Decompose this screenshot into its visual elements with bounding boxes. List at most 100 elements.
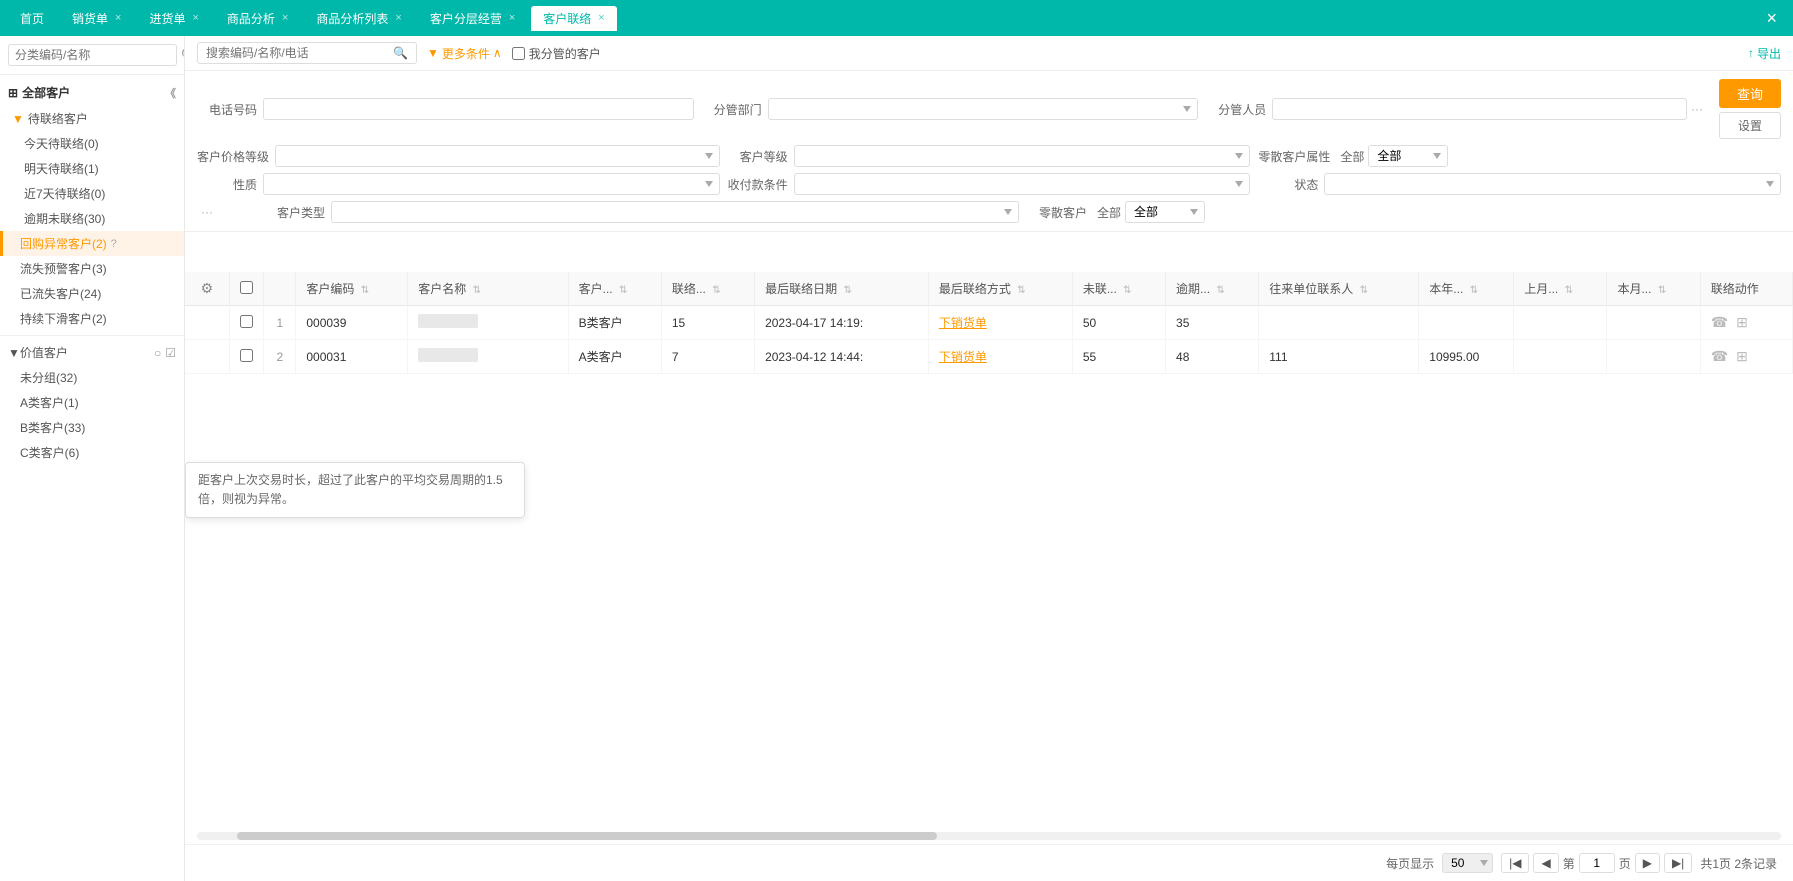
horizontal-scrollbar[interactable] [197, 832, 1781, 840]
filter-row4-dots[interactable]: ··· [201, 205, 213, 219]
sidebar-item-churned[interactable]: 已流失客户(24) [0, 281, 184, 306]
col-header-overdue[interactable]: 逾期... ⇅ [1166, 272, 1259, 306]
td-last-method-link-1[interactable]: 下销货单 [939, 316, 987, 330]
sidebar-item-class-b[interactable]: B类客户(33) [0, 415, 184, 440]
col-code-sort[interactable]: ⇅ [361, 285, 369, 296]
nav-tab-home[interactable]: 首页 [8, 6, 56, 31]
gear-icon[interactable]: ⚙ [201, 280, 214, 297]
col-header-contact[interactable]: 联络... ⇅ [661, 272, 754, 306]
col-header-this-month[interactable]: 本月... ⇅ [1607, 272, 1700, 306]
col-header-uncontacted[interactable]: 未联... ⇅ [1072, 272, 1165, 306]
query-button[interactable]: 查询 [1719, 79, 1781, 108]
col-header-this-year[interactable]: 本年... ⇅ [1419, 272, 1514, 306]
nav-tab-customer-tier[interactable]: 客户分层经营 × [418, 6, 527, 31]
sidebar-pending-group-header[interactable]: ▼ 待联络客户 [4, 106, 184, 131]
sidebar-all-customers[interactable]: ⊞ 全部客户 《 [0, 79, 184, 106]
filter-person-dots[interactable]: ··· [1691, 102, 1703, 116]
sidebar-item-today[interactable]: 今天待联络(0) [4, 131, 184, 156]
filter-search-icon[interactable]: 🔍 [393, 46, 408, 60]
nav-tab-sales[interactable]: 销货单 × [60, 6, 133, 31]
col-header-unit-contacts[interactable]: 往来单位联系人 ⇅ [1259, 272, 1419, 306]
filter-select-status[interactable] [1324, 173, 1781, 195]
col-header-name[interactable]: 客户名称 ⇅ [408, 272, 568, 306]
col-contact-sort[interactable]: ⇅ [712, 285, 720, 296]
window-close-button[interactable]: × [1758, 8, 1785, 29]
filter-select-payment[interactable] [794, 173, 1251, 195]
nav-tab-customer-contact-close[interactable]: × [598, 12, 604, 24]
setting-button[interactable]: 设置 [1719, 112, 1781, 139]
page-size-select[interactable]: 50 100 200 [1442, 853, 1493, 873]
nav-tab-sales-close[interactable]: × [115, 12, 121, 24]
sidebar-item-class-a[interactable]: A类客户(1) [0, 390, 184, 415]
sidebar-item-class-c[interactable]: C类客户(6) [0, 440, 184, 465]
row-2-checkbox[interactable] [240, 349, 253, 362]
filter-select-customer-level[interactable] [794, 145, 1251, 167]
col-type-sort[interactable]: ⇅ [619, 285, 627, 296]
sidebar-item-churn-warning[interactable]: 流失预警客户(3) [0, 256, 184, 281]
page-next-btn[interactable]: ▶ [1635, 853, 1660, 873]
col-unit-contacts-sort[interactable]: ⇅ [1360, 285, 1368, 296]
row-1-checkbox[interactable] [240, 315, 253, 328]
row-1-action-phone[interactable]: ☎ [1711, 314, 1728, 331]
col-header-checkbox[interactable] [230, 272, 264, 306]
sidebar-edit-icon-2[interactable]: ☑ [165, 346, 176, 360]
nav-tab-customer-contact[interactable]: 客户联络 × [531, 6, 616, 31]
sidebar-item-declining[interactable]: 持续下滑客户(2) [0, 306, 184, 331]
more-conditions-btn[interactable]: ▼ 更多条件 ∧ [427, 45, 502, 62]
col-header-last-date[interactable]: 最后联络日期 ⇅ [755, 272, 929, 306]
sidebar-item-overdue[interactable]: 逾期未联络(30) [4, 206, 184, 231]
col-last-month-sort[interactable]: ⇅ [1565, 285, 1573, 296]
col-this-year-sort[interactable]: ⇅ [1470, 285, 1478, 296]
col-header-type[interactable]: 客户... ⇅ [568, 272, 661, 306]
col-uncontacted-sort[interactable]: ⇅ [1123, 285, 1131, 296]
col-name-sort[interactable]: ⇅ [473, 285, 481, 296]
sidebar-value-group-text[interactable]: 价值客户 [20, 344, 68, 361]
td-checkbox-2[interactable] [230, 340, 264, 374]
sidebar-item-unclassified[interactable]: 未分组(32) [0, 365, 184, 390]
page-prev-btn[interactable]: ◀ [1533, 853, 1558, 873]
scroll-thumb[interactable] [237, 832, 937, 840]
td-checkbox-1[interactable] [230, 306, 264, 340]
filter-select-price-level[interactable] [275, 145, 720, 167]
td-last-method-link-2[interactable]: 下销货单 [939, 350, 987, 364]
col-this-month-sort[interactable]: ⇅ [1658, 285, 1666, 296]
page-last-btn[interactable]: ▶| [1664, 853, 1692, 873]
row-2-action-phone[interactable]: ☎ [1711, 348, 1728, 365]
col-header-code[interactable]: 客户编码 ⇅ [296, 272, 408, 306]
filter-select-retail-attr[interactable]: 全部 [1368, 145, 1448, 167]
sidebar-item-7days[interactable]: 近7天待联络(0) [4, 181, 184, 206]
col-last-date-sort[interactable]: ⇅ [843, 285, 851, 296]
col-header-settings[interactable]: ⚙ [185, 272, 230, 305]
export-button[interactable]: ↑ 导出 [1748, 45, 1781, 62]
nav-tab-product-analysis-close[interactable]: × [282, 12, 288, 24]
filter-search-input[interactable] [206, 46, 389, 60]
sidebar-question-icon[interactable]: ? [111, 238, 117, 250]
filter-select-nature[interactable] [263, 173, 720, 195]
header-checkbox[interactable] [240, 281, 253, 294]
sidebar-item-tomorrow[interactable]: 明天待联络(1) [4, 156, 184, 181]
td-last-method-1[interactable]: 下销货单 [928, 306, 1072, 340]
my-customers-checkbox[interactable] [512, 47, 525, 60]
nav-tab-purchase[interactable]: 进货单 × [137, 6, 210, 31]
col-overdue-sort[interactable]: ⇅ [1216, 285, 1224, 296]
sidebar-edit-icon-1[interactable]: ○ [154, 346, 161, 360]
nav-tab-product-list[interactable]: 商品分析列表 × [304, 6, 413, 31]
col-last-method-sort[interactable]: ⇅ [1017, 285, 1025, 296]
filter-input-phone[interactable] [263, 98, 694, 120]
row-2-action-grid[interactable]: ⊞ [1736, 348, 1748, 365]
col-header-last-method[interactable]: 最后联络方式 ⇅ [928, 272, 1072, 306]
nav-tab-customer-tier-close[interactable]: × [509, 12, 515, 24]
nav-tab-product-analysis[interactable]: 商品分析 × [215, 6, 300, 31]
page-first-btn[interactable]: |◀ [1501, 853, 1529, 873]
filter-input-person[interactable] [1272, 98, 1687, 120]
col-header-last-month[interactable]: 上月... ⇅ [1514, 272, 1607, 306]
sidebar-search-input[interactable] [8, 44, 177, 66]
sidebar-collapse-icon[interactable]: 《 [165, 85, 176, 101]
sidebar-item-repurchase-abnormal[interactable]: 回购异常客户(2) ? [0, 231, 184, 256]
nav-tab-product-list-close[interactable]: × [395, 12, 401, 24]
row-1-action-grid[interactable]: ⊞ [1736, 314, 1748, 331]
filter-select-dept[interactable] [768, 98, 1199, 120]
nav-tab-purchase-close[interactable]: × [192, 12, 198, 24]
page-input[interactable] [1579, 853, 1615, 873]
td-last-method-2[interactable]: 下销货单 [928, 340, 1072, 374]
